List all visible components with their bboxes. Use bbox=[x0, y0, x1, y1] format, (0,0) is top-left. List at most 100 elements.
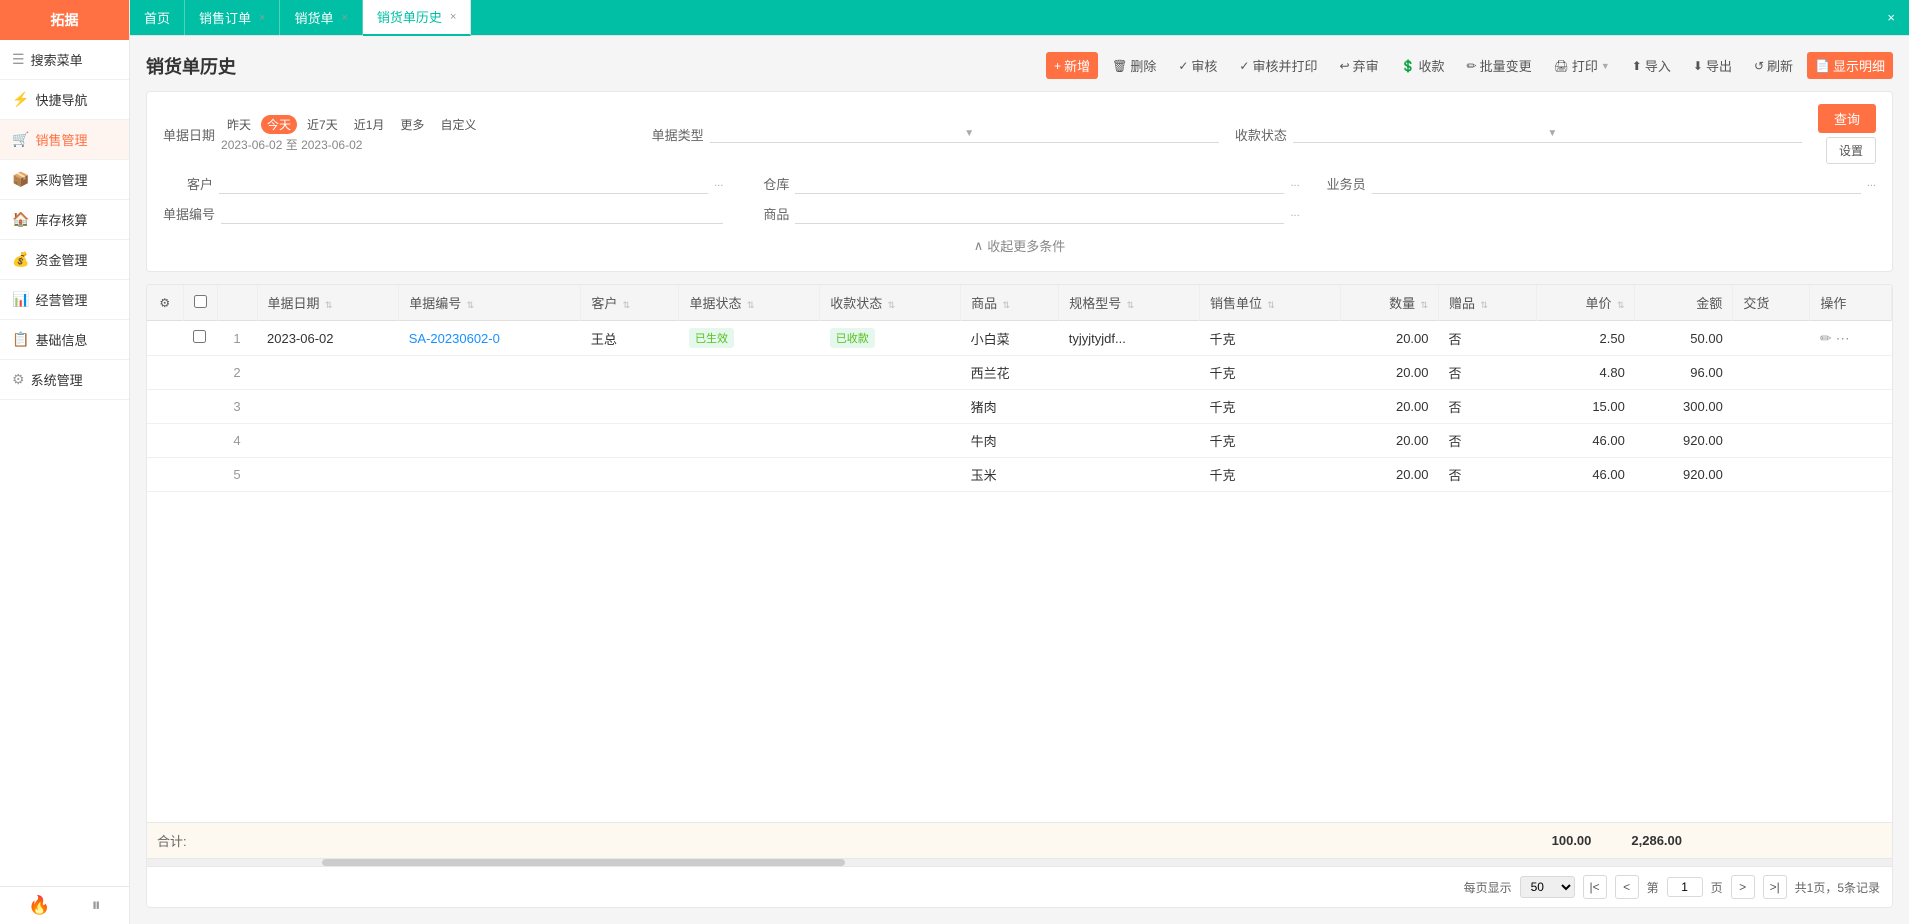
th-goods[interactable]: 商品 ⇅ bbox=[961, 285, 1059, 321]
th-unit-price[interactable]: 单价 ⇅ bbox=[1537, 285, 1635, 321]
pause-icon[interactable]: ⏸ bbox=[92, 895, 101, 916]
row-checkbox[interactable] bbox=[193, 330, 206, 343]
td-checkbox[interactable] bbox=[183, 321, 217, 356]
settings-button[interactable]: 设置 bbox=[1826, 137, 1876, 164]
sidebar-item-inventory-calc[interactable]: 🏠 库存核算 bbox=[0, 200, 129, 240]
audit-print-button[interactable]: ✓ 审核并打印 bbox=[1231, 52, 1325, 79]
next-page-button[interactable]: > bbox=[1731, 875, 1755, 899]
import-button[interactable]: ⬆ 导入 bbox=[1624, 52, 1679, 79]
filter-doc-type-select[interactable]: ▼ bbox=[710, 125, 1219, 143]
sidebar-item-basic-info[interactable]: 📋 基础信息 bbox=[0, 320, 129, 360]
show-detail-button[interactable]: 📄 显示明细 bbox=[1807, 52, 1893, 79]
filter-customer-input[interactable] bbox=[219, 172, 708, 194]
tab-sales-goods-label: 销货单 bbox=[294, 8, 333, 27]
filter-warehouse-input[interactable] bbox=[795, 172, 1284, 194]
export-button[interactable]: ⬇ 导出 bbox=[1685, 52, 1740, 79]
th-customer[interactable]: 客户 ⇅ bbox=[581, 285, 679, 321]
sidebar-item-search-menu[interactable]: ☰ 搜索菜单 bbox=[0, 40, 129, 80]
filter-collect-status-select[interactable]: ▼ bbox=[1293, 125, 1802, 143]
prev-page-button[interactable]: < bbox=[1615, 875, 1639, 899]
td-doc-number[interactable]: SA-20230602-0 bbox=[399, 321, 581, 356]
inventory-calc-icon: 🏠 bbox=[12, 211, 29, 228]
sidebar-item-finance-mgmt[interactable]: 💰 资金管理 bbox=[0, 240, 129, 280]
sidebar-item-purchase-mgmt[interactable]: 📦 采购管理 bbox=[0, 160, 129, 200]
delete-button[interactable]: 🗑 删除 bbox=[1104, 52, 1164, 79]
query-button[interactable]: 查询 bbox=[1818, 104, 1876, 133]
th-doc-date[interactable]: 单据日期 ⇅ bbox=[257, 285, 399, 321]
audit-button[interactable]: ✓ 审核 bbox=[1170, 52, 1225, 79]
th-sales-unit[interactable]: 销售单位 ⇅ bbox=[1200, 285, 1341, 321]
filter-customer-dots[interactable]: ... bbox=[714, 177, 723, 189]
filter-salesperson-dots[interactable]: ... bbox=[1867, 177, 1876, 189]
sidebar-item-operation-mgmt[interactable]: 📊 经营管理 bbox=[0, 280, 129, 320]
data-table: ⚙ 单据日期 ⇅ 单据编号 ⇅ bbox=[147, 285, 1892, 492]
tab-sales-goods-close[interactable]: × bbox=[341, 12, 347, 24]
more-icon[interactable]: ⋯ bbox=[1836, 330, 1850, 347]
edit-icon[interactable]: ✏ bbox=[1820, 330, 1832, 347]
tab-sales-order-close[interactable]: × bbox=[259, 12, 265, 24]
th-transaction[interactable]: 交货 bbox=[1733, 285, 1810, 321]
batch-change-button[interactable]: ✏ 批量变更 bbox=[1459, 52, 1540, 79]
th-gift[interactable]: 赠品 ⇅ bbox=[1439, 285, 1537, 321]
date-btn-today[interactable]: 今天 bbox=[261, 115, 297, 134]
print-button[interactable]: 🖨 打印 ▼ bbox=[1546, 52, 1618, 79]
table-scroll[interactable]: ⚙ 单据日期 ⇅ 单据编号 ⇅ bbox=[147, 285, 1892, 822]
abandon-button[interactable]: ↩ 弃审 bbox=[1332, 52, 1387, 79]
th-collect-status[interactable]: 收款状态 ⇅ bbox=[820, 285, 961, 321]
td-checkbox[interactable] bbox=[183, 390, 217, 424]
td-checkbox[interactable] bbox=[183, 356, 217, 390]
th-doc-status[interactable]: 单据状态 ⇅ bbox=[679, 285, 820, 321]
page-content: 销货单历史 + 新增 🗑 删除 ✓ 审核 ✓ 审核并打印 bbox=[130, 36, 1909, 924]
filter-goods-dots[interactable]: ... bbox=[1290, 207, 1299, 219]
td-sales-unit: 千克 bbox=[1200, 424, 1341, 458]
delete-label: 删除 bbox=[1130, 56, 1156, 75]
horizontal-scrollbar[interactable] bbox=[147, 858, 1892, 866]
collapse-more[interactable]: ∧ 收起更多条件 bbox=[163, 232, 1876, 259]
refresh-button[interactable]: ↺ 刷新 bbox=[1746, 52, 1801, 79]
collect-button[interactable]: 💲 收款 bbox=[1393, 52, 1453, 79]
tab-sales-history-close[interactable]: × bbox=[450, 11, 456, 23]
tab-sales-order[interactable]: 销售订单 × bbox=[185, 0, 280, 36]
sidebar-item-label: 库存核算 bbox=[35, 210, 87, 229]
new-button[interactable]: + 新增 bbox=[1046, 52, 1098, 79]
sidebar-item-system-mgmt[interactable]: ⚙ 系统管理 bbox=[0, 360, 129, 400]
summary-label: 合计: bbox=[157, 831, 217, 850]
tab-bar-close[interactable]: × bbox=[1873, 10, 1909, 25]
th-doc-number[interactable]: 单据编号 ⇅ bbox=[399, 285, 581, 321]
doc-number-link[interactable]: SA-20230602-0 bbox=[409, 331, 500, 346]
fire-icon[interactable]: 🔥 bbox=[28, 895, 50, 916]
filter-salesperson-input[interactable] bbox=[1372, 172, 1861, 194]
th-spec-type[interactable]: 规格型号 ⇅ bbox=[1059, 285, 1200, 321]
td-row-num: 3 bbox=[217, 390, 257, 424]
td-doc-date: 2023-06-02 bbox=[257, 321, 399, 356]
th-qty[interactable]: 数量 ⇅ bbox=[1340, 285, 1438, 321]
page-size-select[interactable]: 50 100 200 bbox=[1520, 876, 1575, 898]
filter-goods-input[interactable] bbox=[795, 202, 1284, 224]
abandon-icon: ↩ bbox=[1340, 59, 1350, 73]
date-btn-yesterday[interactable]: 昨天 bbox=[221, 115, 257, 134]
sidebar-item-sales-mgmt[interactable]: 🛒 销售管理 bbox=[0, 120, 129, 160]
th-settings[interactable]: ⚙ bbox=[147, 285, 183, 321]
collapse-icon: ∧ bbox=[974, 238, 984, 254]
date-btn-more[interactable]: 更多 bbox=[394, 115, 430, 134]
tab-home[interactable]: 首页 bbox=[130, 0, 185, 36]
filter-warehouse-dots[interactable]: ... bbox=[1290, 177, 1299, 189]
date-btn-7days[interactable]: 近7天 bbox=[301, 115, 344, 134]
td-checkbox[interactable] bbox=[183, 424, 217, 458]
page-input[interactable]: 1 bbox=[1667, 877, 1703, 897]
tab-sales-history[interactable]: 销货单历史 × bbox=[363, 0, 471, 36]
date-btn-custom[interactable]: 自定义 bbox=[434, 115, 482, 134]
th-amount[interactable]: 金额 bbox=[1635, 285, 1733, 321]
last-page-button[interactable]: >| bbox=[1763, 875, 1787, 899]
filter-doc-number-input[interactable] bbox=[221, 202, 723, 224]
date-btn-1month[interactable]: 近1月 bbox=[348, 115, 391, 134]
th-checkbox[interactable] bbox=[183, 285, 217, 321]
tab-sales-goods[interactable]: 销货单 × bbox=[280, 0, 362, 36]
first-page-button[interactable]: |< bbox=[1583, 875, 1607, 899]
select-all-checkbox[interactable] bbox=[194, 295, 207, 308]
td-checkbox[interactable] bbox=[183, 458, 217, 492]
sort-icon-customer: ⇅ bbox=[623, 300, 631, 310]
sidebar-item-quick-nav[interactable]: ⚡ 快捷导航 bbox=[0, 80, 129, 120]
scrollbar-thumb[interactable] bbox=[322, 859, 846, 866]
th-qty-label: 数量 bbox=[1389, 296, 1415, 311]
